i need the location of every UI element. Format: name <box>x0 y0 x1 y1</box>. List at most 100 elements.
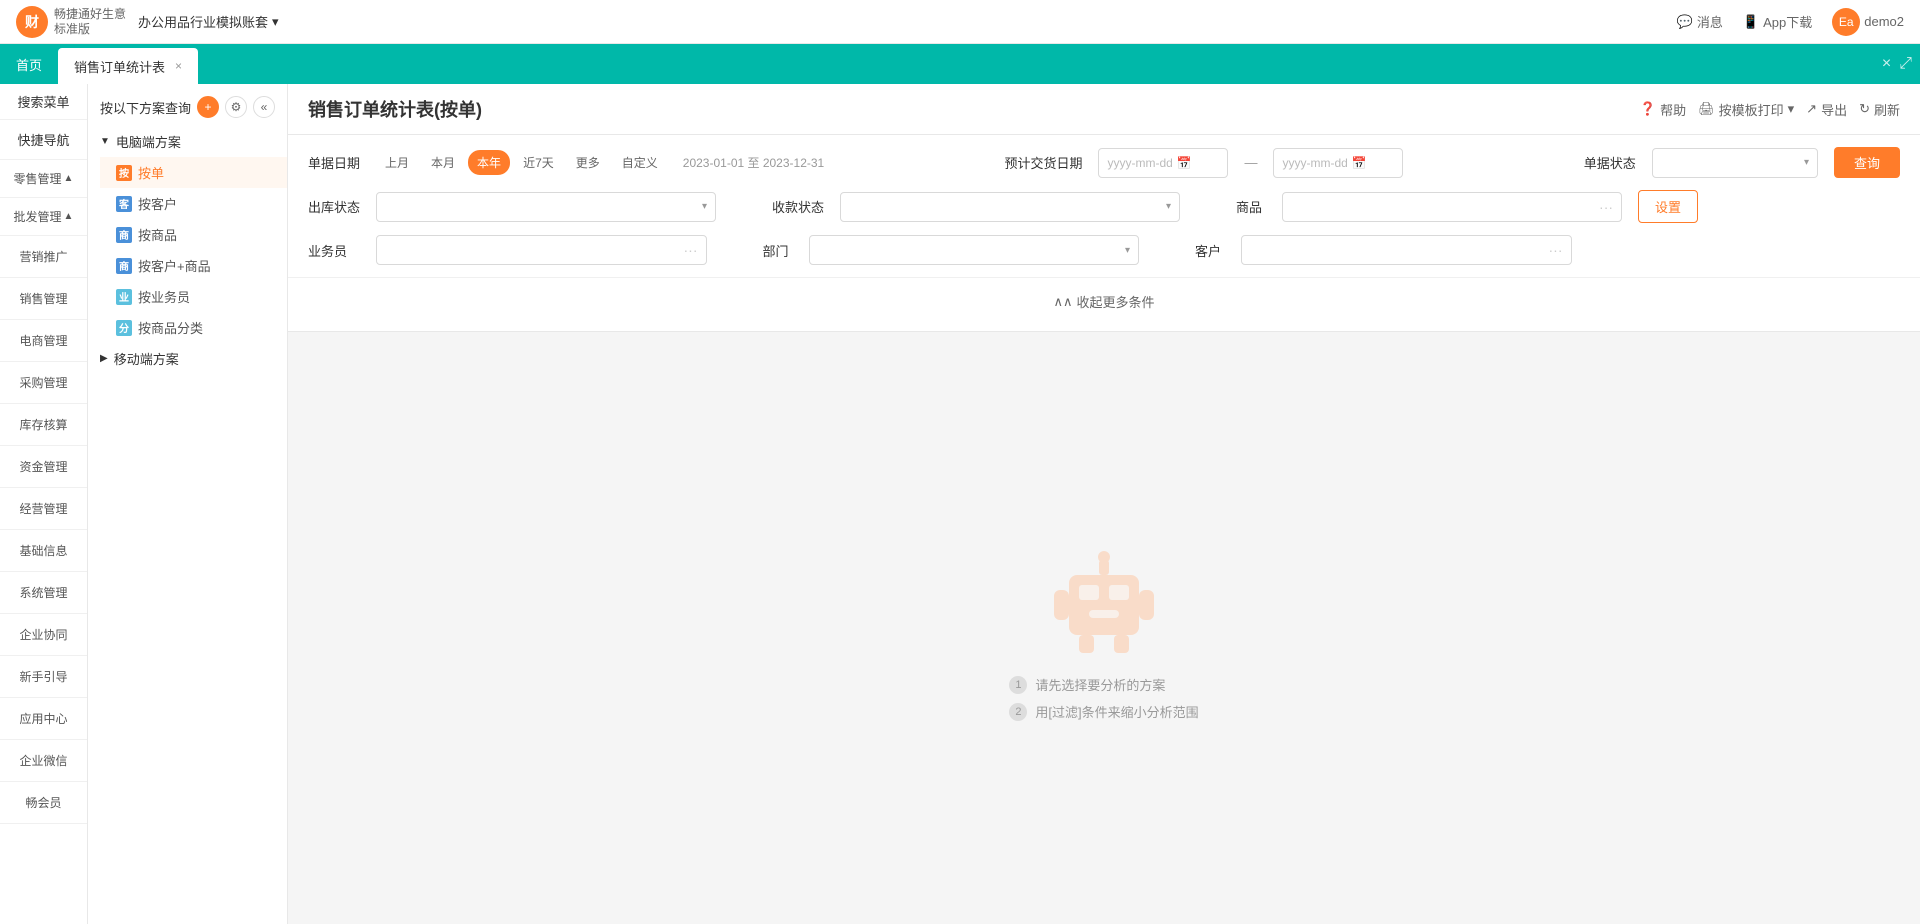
tab-close-icon[interactable]: × <box>175 59 182 73</box>
top-header: 财 畅捷通好生意 标准版 办公用品行业模拟账套 ▾ 💬 消息 📱 App下载 E… <box>0 0 1920 44</box>
date-this-month-btn[interactable]: 本月 <box>422 150 464 175</box>
tree-children-pc: 按 按单 客 按客户 商 按商品 商 按客户+商品 业 按业务员 <box>88 157 287 343</box>
sidebar-item-finance[interactable]: 资金管理 <box>0 446 87 488</box>
doc-status-select[interactable]: ▾ <box>1652 148 1818 178</box>
scheme-by-customer[interactable]: 客 按客户 <box>100 188 287 219</box>
settings-button[interactable]: 设置 <box>1638 190 1698 223</box>
payment-status-label: 收款状态 <box>772 197 824 216</box>
chevron-down-icon: ▾ <box>1166 201 1171 212</box>
scheme-by-salesperson[interactable]: 业 按业务员 <box>100 281 287 312</box>
right-panel: 销售订单统计表(按单) ❓ 帮助 🖨 按模板打印 ▾ ↗ 导出 <box>288 84 1920 924</box>
scheme-by-order[interactable]: 按 按单 <box>100 157 287 188</box>
salesperson-more-icon: ··· <box>684 242 698 258</box>
header-right: 💬 消息 📱 App下载 Ea demo2 <box>1677 8 1904 36</box>
collapse-button[interactable]: ∧∧ 收起更多条件 <box>308 284 1900 319</box>
out-status-select[interactable]: ▾ <box>376 192 716 222</box>
sidebar-item-quick-nav[interactable]: 快捷导航 <box>0 120 87 160</box>
scheme-icon-category: 分 <box>116 320 132 336</box>
date-more-btn[interactable]: 更多 <box>567 150 609 175</box>
help-button[interactable]: ❓ 帮助 <box>1640 100 1686 119</box>
date-this-year-btn[interactable]: 本年 <box>468 150 510 175</box>
sidebar-item-basic[interactable]: 基础信息 <box>0 530 87 572</box>
scheme-by-customer-goods[interactable]: 商 按客户+商品 <box>100 250 287 281</box>
user-menu[interactable]: Ea demo2 <box>1832 8 1904 36</box>
customer-input[interactable]: ··· <box>1241 235 1572 265</box>
tree-section-mobile[interactable]: ▶ 移动端方案 <box>88 343 287 374</box>
logo-text: 畅捷通好生意 标准版 <box>54 7 126 36</box>
empty-illustration <box>1044 535 1164 655</box>
query-button[interactable]: 查询 <box>1834 147 1900 178</box>
date-filter-options: 上月 本月 本年 近7天 更多 自定义 <box>376 150 667 175</box>
tab-home[interactable]: 首页 <box>0 44 58 84</box>
sidebar-item-inventory[interactable]: 库存核算 <box>0 404 87 446</box>
sidebar-item-retail[interactable]: 零售管理 ▲ <box>0 160 87 198</box>
content-area: 按以下方案查询 + ⚙ « ▼ 电脑端方案 按 按单 客 按客户 <box>88 84 1920 924</box>
doc-status-label: 单据状态 <box>1584 153 1636 172</box>
date-custom-btn[interactable]: 自定义 <box>613 150 667 175</box>
date-7days-btn[interactable]: 近7天 <box>514 150 563 175</box>
tip-num-1: 1 <box>1009 676 1027 694</box>
sidebar-item-sales[interactable]: 销售管理 <box>0 278 87 320</box>
left-panel-header: 按以下方案查询 + ⚙ « <box>88 96 287 126</box>
page-header-actions: ❓ 帮助 🖨 按模板打印 ▾ ↗ 导出 ↻ 刷新 <box>1640 100 1900 131</box>
date-dash-icon: — <box>1244 155 1257 170</box>
goods-label: 商品 <box>1236 197 1266 216</box>
app-download-button[interactable]: 📱 App下载 <box>1743 12 1812 31</box>
date-last-month-btn[interactable]: 上月 <box>376 150 418 175</box>
left-panel: 按以下方案查询 + ⚙ « ▼ 电脑端方案 按 按单 客 按客户 <box>88 84 288 924</box>
refresh-button[interactable]: ↻ 刷新 <box>1859 100 1900 119</box>
window-close-icon[interactable]: × <box>1882 55 1891 73</box>
message-button[interactable]: 💬 消息 <box>1677 12 1723 31</box>
collapse-panel-button[interactable]: « <box>253 96 275 118</box>
logo-area: 财 畅捷通好生意 标准版 <box>16 6 126 38</box>
window-expand-icon[interactable]: ⤢ <box>1899 55 1912 73</box>
sidebar-item-wholesale[interactable]: 批发管理 ▲ <box>0 198 87 236</box>
settings-scheme-button[interactable]: ⚙ <box>225 96 247 118</box>
add-scheme-button[interactable]: + <box>197 96 219 118</box>
sidebar-item-operations[interactable]: 经营管理 <box>0 488 87 530</box>
tree-section-pc[interactable]: ▼ 电脑端方案 <box>88 126 287 157</box>
scheme-icon-order: 按 <box>116 165 132 181</box>
tab-bar: 首页 销售订单统计表 × × ⤢ <box>0 44 1920 84</box>
empty-tip-1: 1 请先选择要分析的方案 <box>1009 675 1198 694</box>
company-selector[interactable]: 办公用品行业模拟账套 ▾ <box>138 12 279 31</box>
scheme-icon-goods: 商 <box>116 227 132 243</box>
expected-date-start[interactable]: yyyy-mm-dd 📅 <box>1098 148 1228 178</box>
sidebar-item-search[interactable]: 搜索菜单 <box>0 84 87 120</box>
chevron-down-icon: ▾ <box>1125 245 1130 256</box>
sidebar-item-purchase[interactable]: 采购管理 <box>0 362 87 404</box>
tab-bar-actions: × ⤢ <box>1882 55 1920 73</box>
sidebar-item-member[interactable]: 畅会员 <box>0 782 87 824</box>
print-button[interactable]: 🖨 按模板打印 ▾ <box>1698 100 1794 119</box>
sidebar-item-marketing[interactable]: 营销推广 <box>0 236 87 278</box>
chevron-down-icon: ▼ <box>100 136 110 147</box>
sidebar-item-ecommerce[interactable]: 电商管理 <box>0 320 87 362</box>
left-panel-actions: + ⚙ « <box>197 96 275 118</box>
department-select[interactable]: ▾ <box>809 235 1140 265</box>
empty-tip-2: 2 用[过滤]条件来缩小分析范围 <box>1009 702 1198 721</box>
page-header: 销售订单统计表(按单) ❓ 帮助 🖨 按模板打印 ▾ ↗ 导出 <box>288 84 1920 135</box>
print-icon: 🖨 <box>1698 101 1715 117</box>
payment-status-select[interactable]: ▾ <box>840 192 1180 222</box>
scheme-icon-salesperson: 业 <box>116 289 132 305</box>
chevron-up-icon: ▲ <box>64 211 74 222</box>
filter-row-2: 出库状态 ▾ 收款状态 ▾ 商品 <box>308 190 1900 223</box>
salesperson-label: 业务员 <box>308 241 360 260</box>
date-label: 单据日期 <box>308 153 360 172</box>
sidebar-item-app-center[interactable]: 应用中心 <box>0 698 87 740</box>
sidebar-item-wechat[interactable]: 企业微信 <box>0 740 87 782</box>
salesperson-input[interactable]: ··· <box>376 235 707 265</box>
message-icon: 💬 <box>1677 14 1693 30</box>
page-title: 销售订单统计表(按单) <box>308 96 482 134</box>
sidebar-item-enterprise[interactable]: 企业协同 <box>0 614 87 656</box>
scheme-by-category[interactable]: 分 按商品分类 <box>100 312 287 343</box>
collapse-icon: ∧∧ <box>1053 294 1072 310</box>
export-button[interactable]: ↗ 导出 <box>1806 100 1847 119</box>
sidebar-item-system[interactable]: 系统管理 <box>0 572 87 614</box>
scheme-by-goods[interactable]: 商 按商品 <box>100 219 287 250</box>
sidebar: 搜索菜单 快捷导航 零售管理 ▲ 批发管理 ▲ 营销推广 销售管理 电商管理 采… <box>0 84 88 924</box>
expected-date-end[interactable]: yyyy-mm-dd 📅 <box>1273 148 1403 178</box>
tab-sales-stats[interactable]: 销售订单统计表 × <box>58 48 198 84</box>
sidebar-item-newbie[interactable]: 新手引导 <box>0 656 87 698</box>
goods-input[interactable]: ··· <box>1282 192 1622 222</box>
